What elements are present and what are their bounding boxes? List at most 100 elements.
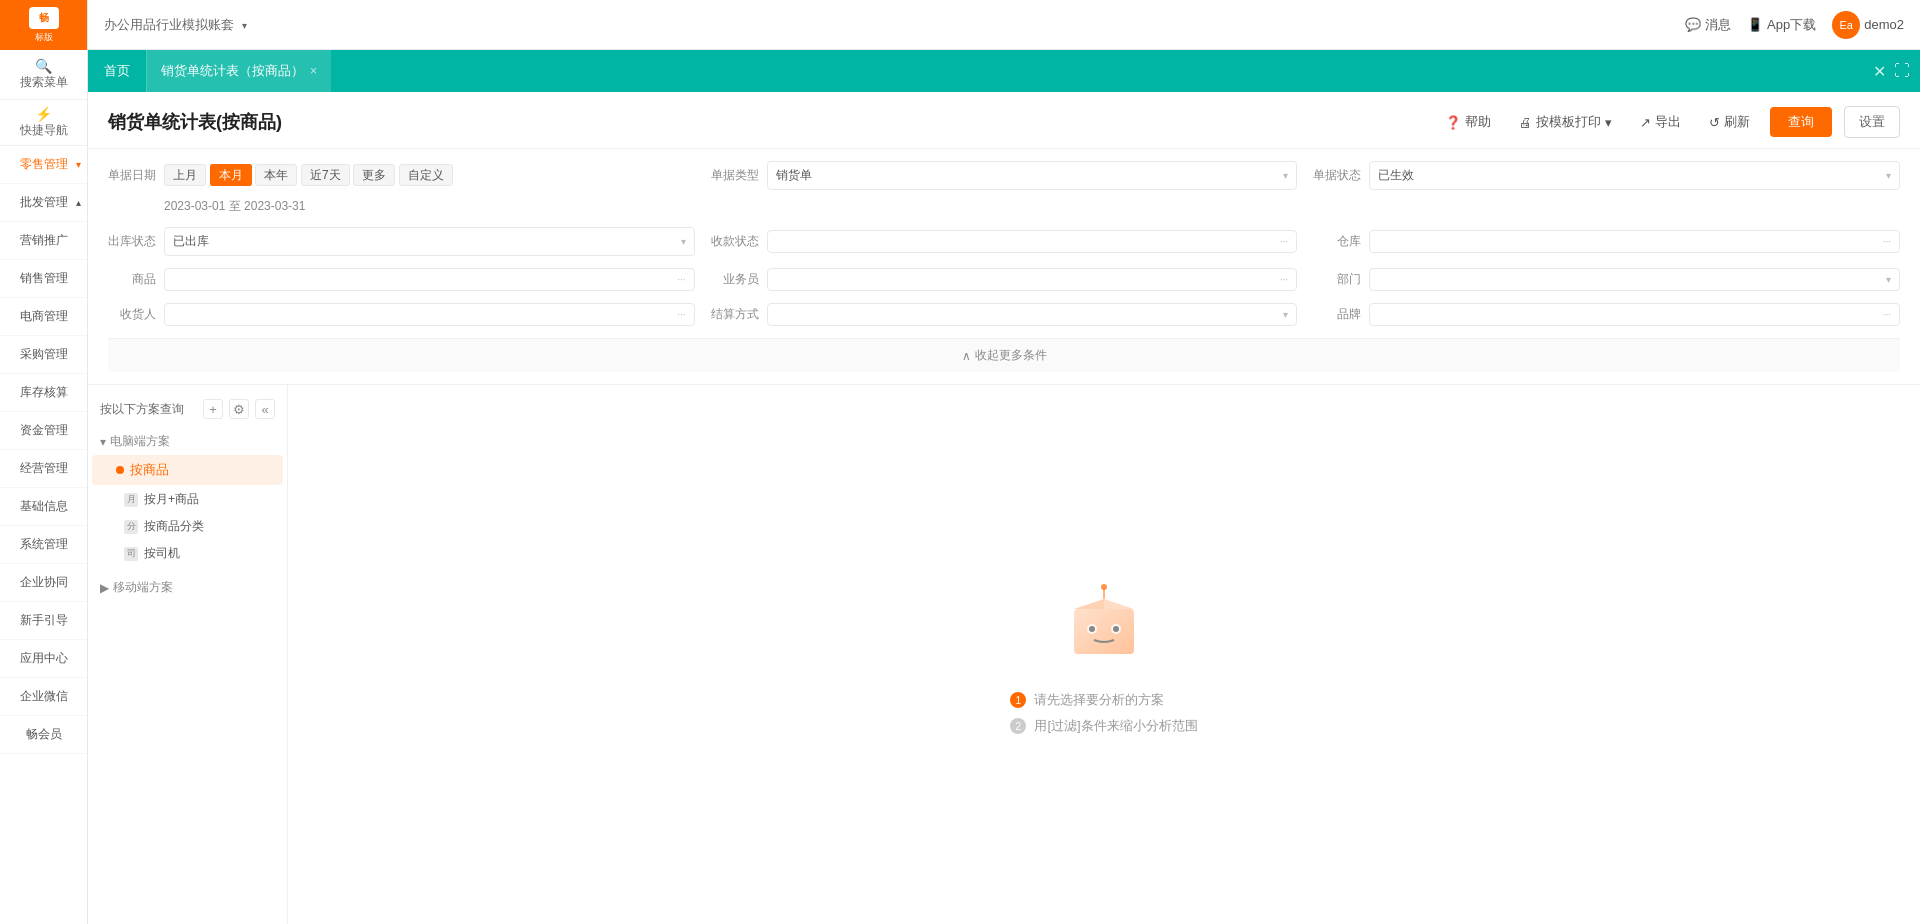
panel-title: 按以下方案查询: [100, 401, 184, 418]
refresh-icon: ↺: [1709, 115, 1720, 130]
dept-filter-cell: 部门 ▾: [1313, 268, 1900, 291]
warehouse-select[interactable]: ···: [1369, 230, 1900, 253]
dept-select[interactable]: ▾: [1369, 268, 1900, 291]
more-icon: ···: [1883, 309, 1891, 320]
instruction-2: 2 用[过滤]条件来缩小分析范围: [1010, 717, 1197, 735]
collapse-left-icon: «: [261, 402, 268, 417]
sidebar-item-inventory[interactable]: 库存核算: [0, 374, 87, 412]
main-wrapper: 办公用品行业模拟账套 ▾ 💬 消息 📱 App下载 Ea demo2 首页: [88, 0, 1920, 924]
salesman-filter-cell: 业务员 ···: [711, 268, 1298, 291]
sidebar-item-marketing[interactable]: 营销推广: [0, 222, 87, 260]
export-button[interactable]: ↗ 导出: [1632, 109, 1689, 135]
empty-instructions: 1 请先选择要分析的方案 2 用[过滤]条件来缩小分析范围: [1010, 691, 1197, 735]
collapse-button[interactable]: ∧ 收起更多条件: [950, 345, 1059, 366]
chevron-down-icon: ▾: [1886, 170, 1891, 181]
filter-row-4: 收货人 ··· 结算方式 ▾ 品牌: [108, 303, 1900, 326]
receipt-status-select[interactable]: ···: [767, 230, 1298, 253]
settings-button[interactable]: 设置: [1844, 106, 1900, 138]
goods-select[interactable]: ···: [164, 268, 695, 291]
topbar: 办公用品行业模拟账套 ▾ 💬 消息 📱 App下载 Ea demo2: [88, 0, 1920, 50]
tree-group-pc-title: ▾ 电脑端方案: [88, 429, 287, 454]
doc-type-select[interactable]: 销货单 ▾: [767, 161, 1298, 190]
logo-text: 标版: [35, 31, 53, 44]
quick-nav-item[interactable]: ⚡ 快捷导航: [0, 100, 87, 146]
svg-point-5: [1089, 626, 1095, 632]
date-custom-btn[interactable]: 自定义: [399, 164, 453, 186]
doc-status-select[interactable]: 已生效 ▾: [1369, 161, 1900, 190]
page-title: 销货单统计表(按商品): [108, 110, 1425, 134]
step-1-badge: 1: [1010, 692, 1026, 708]
brand-filter-cell: 品牌 ···: [1313, 303, 1900, 326]
date-more-btn[interactable]: 更多: [353, 164, 395, 186]
sidebar-item-finance[interactable]: 资金管理: [0, 412, 87, 450]
print-button[interactable]: 🖨 按模板打印 ▾: [1511, 109, 1620, 135]
collapse-panel-button[interactable]: «: [255, 399, 275, 419]
salesman-label: 业务员: [711, 271, 759, 288]
driver-icon: 司: [124, 547, 138, 561]
chevron-up-icon: ▴: [76, 197, 81, 208]
out-status-select[interactable]: 已出库 ▾: [164, 227, 695, 256]
sidebar-item-enterprise[interactable]: 企业协同: [0, 564, 87, 602]
content-area: 销货单统计表(按商品) ❓ 帮助 🖨 按模板打印 ▾ ↗ 导出: [88, 92, 1920, 924]
date-range-row: 2023-03-01 至 2023-03-31: [108, 198, 1900, 215]
search-menu-item[interactable]: 🔍 搜索菜单: [0, 50, 87, 100]
payment-select[interactable]: ▾: [767, 303, 1298, 326]
warehouse-filter-cell: 仓库 ···: [1313, 227, 1900, 256]
salesman-select[interactable]: ···: [767, 268, 1298, 291]
tab-expand-icon[interactable]: ⛶: [1894, 62, 1910, 80]
receipt-status-label: 收款状态: [711, 233, 759, 250]
app-download-button[interactable]: 📱 App下载: [1747, 16, 1816, 34]
date-last7-btn[interactable]: 近7天: [301, 164, 350, 186]
sidebar-item-wholesale[interactable]: 批发管理 ▴: [0, 184, 87, 222]
workspace-title[interactable]: 办公用品行业模拟账套 ▾: [104, 16, 1673, 34]
scheme-item-by-month-goods[interactable]: 月 按月+商品: [88, 486, 287, 513]
sidebar-item-purchase[interactable]: 采购管理: [0, 336, 87, 374]
tab-active[interactable]: 销货单统计表（按商品） ×: [147, 50, 331, 92]
date-this-month-btn[interactable]: 本月: [210, 164, 252, 186]
tab-close-all-icon[interactable]: ✕: [1873, 62, 1886, 81]
sidebar-item-newbie[interactable]: 新手引导: [0, 602, 87, 640]
topbar-actions: 💬 消息 📱 App下载 Ea demo2: [1685, 11, 1904, 39]
date-this-year-btn[interactable]: 本年: [255, 164, 297, 186]
filter-row-1: 单据日期 上月 本月 本年 近7天 更多 自定义: [108, 161, 1900, 190]
sidebar-item-retail[interactable]: 零售管理 ▾: [0, 146, 87, 184]
empty-illustration: [1054, 574, 1154, 667]
refresh-button[interactable]: ↺ 刷新: [1701, 109, 1758, 135]
svg-marker-2: [1104, 599, 1134, 609]
sidebar-item-sales[interactable]: 销售管理: [0, 260, 87, 298]
sidebar-item-system[interactable]: 系统管理: [0, 526, 87, 564]
receiver-select[interactable]: ···: [164, 303, 695, 326]
help-button[interactable]: ❓ 帮助: [1437, 109, 1499, 135]
active-dot: [116, 466, 124, 474]
sidebar-menu: 零售管理 ▾ 批发管理 ▴ 营销推广 销售管理 电商管理 采购管理 库存核算 资…: [0, 146, 87, 924]
sidebar-item-basic[interactable]: 基础信息: [0, 488, 87, 526]
add-scheme-button[interactable]: +: [203, 399, 223, 419]
tab-close-icon[interactable]: ×: [310, 64, 317, 78]
sidebar-item-operation[interactable]: 经营管理: [0, 450, 87, 488]
sidebar-item-wechat[interactable]: 企业微信: [0, 678, 87, 716]
workspace-dropdown-icon: ▾: [242, 20, 247, 31]
scheme-item-by-goods[interactable]: 按商品: [92, 455, 283, 485]
sidebar-item-member[interactable]: 畅会员: [0, 716, 87, 754]
date-last-month-btn[interactable]: 上月: [164, 164, 206, 186]
scheme-settings-button[interactable]: ⚙: [229, 399, 249, 419]
scheme-item-by-driver[interactable]: 司 按司机: [88, 540, 287, 567]
sidebar-item-ecommerce[interactable]: 电商管理: [0, 298, 87, 336]
chevron-right-icon: ▶: [100, 581, 109, 595]
tree-group-mobile: ▶ 移动端方案: [88, 571, 287, 604]
app-logo: 畅 标版: [0, 0, 87, 50]
message-button[interactable]: 💬 消息: [1685, 16, 1731, 34]
brand-select[interactable]: ···: [1369, 303, 1900, 326]
scheme-item-by-goods-category[interactable]: 分 按商品分类: [88, 513, 287, 540]
dept-label: 部门: [1313, 271, 1361, 288]
chevron-down-icon: ▾: [681, 236, 686, 247]
more-icon: ···: [1883, 236, 1891, 247]
panel-header-actions: + ⚙ «: [203, 399, 275, 419]
tab-home[interactable]: 首页: [88, 50, 147, 92]
tabbar: 首页 销货单统计表（按商品） × ✕ ⛶: [88, 50, 1920, 92]
sidebar-item-appstore[interactable]: 应用中心: [0, 640, 87, 678]
user-menu[interactable]: Ea demo2: [1832, 11, 1904, 39]
avatar: Ea: [1832, 11, 1860, 39]
tree-group-mobile-title: ▶ 移动端方案: [88, 575, 287, 600]
query-button[interactable]: 查询: [1770, 107, 1832, 137]
